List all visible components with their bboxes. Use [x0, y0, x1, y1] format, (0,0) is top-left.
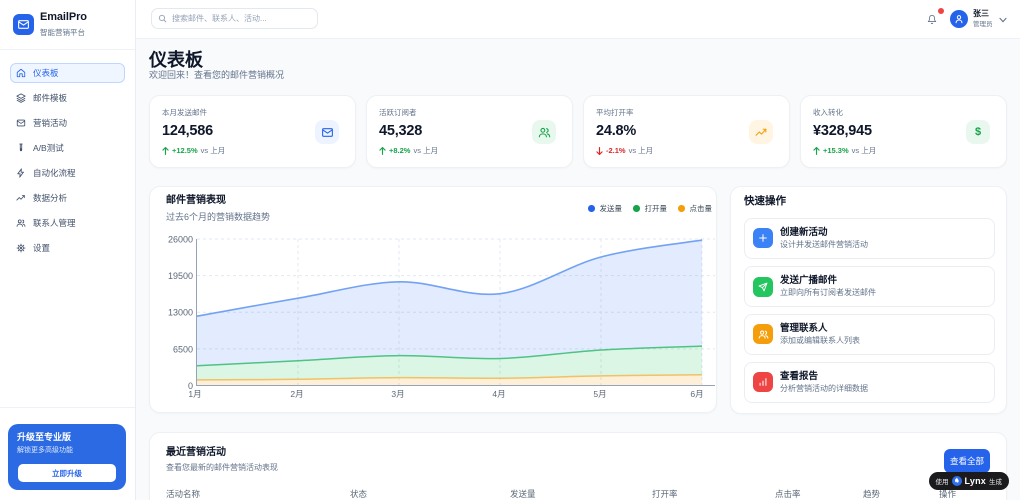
- svg-text:13000: 13000: [168, 308, 193, 318]
- svg-text:6500: 6500: [173, 344, 193, 354]
- svg-text:4月: 4月: [492, 389, 505, 399]
- svg-text:26000: 26000: [168, 235, 193, 245]
- svg-text:1月: 1月: [188, 389, 201, 399]
- svg-text:3月: 3月: [391, 389, 404, 399]
- svg-text:19500: 19500: [168, 271, 193, 281]
- svg-text:6月: 6月: [690, 389, 703, 399]
- svg-text:5月: 5月: [593, 389, 606, 399]
- svg-text:2月: 2月: [290, 389, 303, 399]
